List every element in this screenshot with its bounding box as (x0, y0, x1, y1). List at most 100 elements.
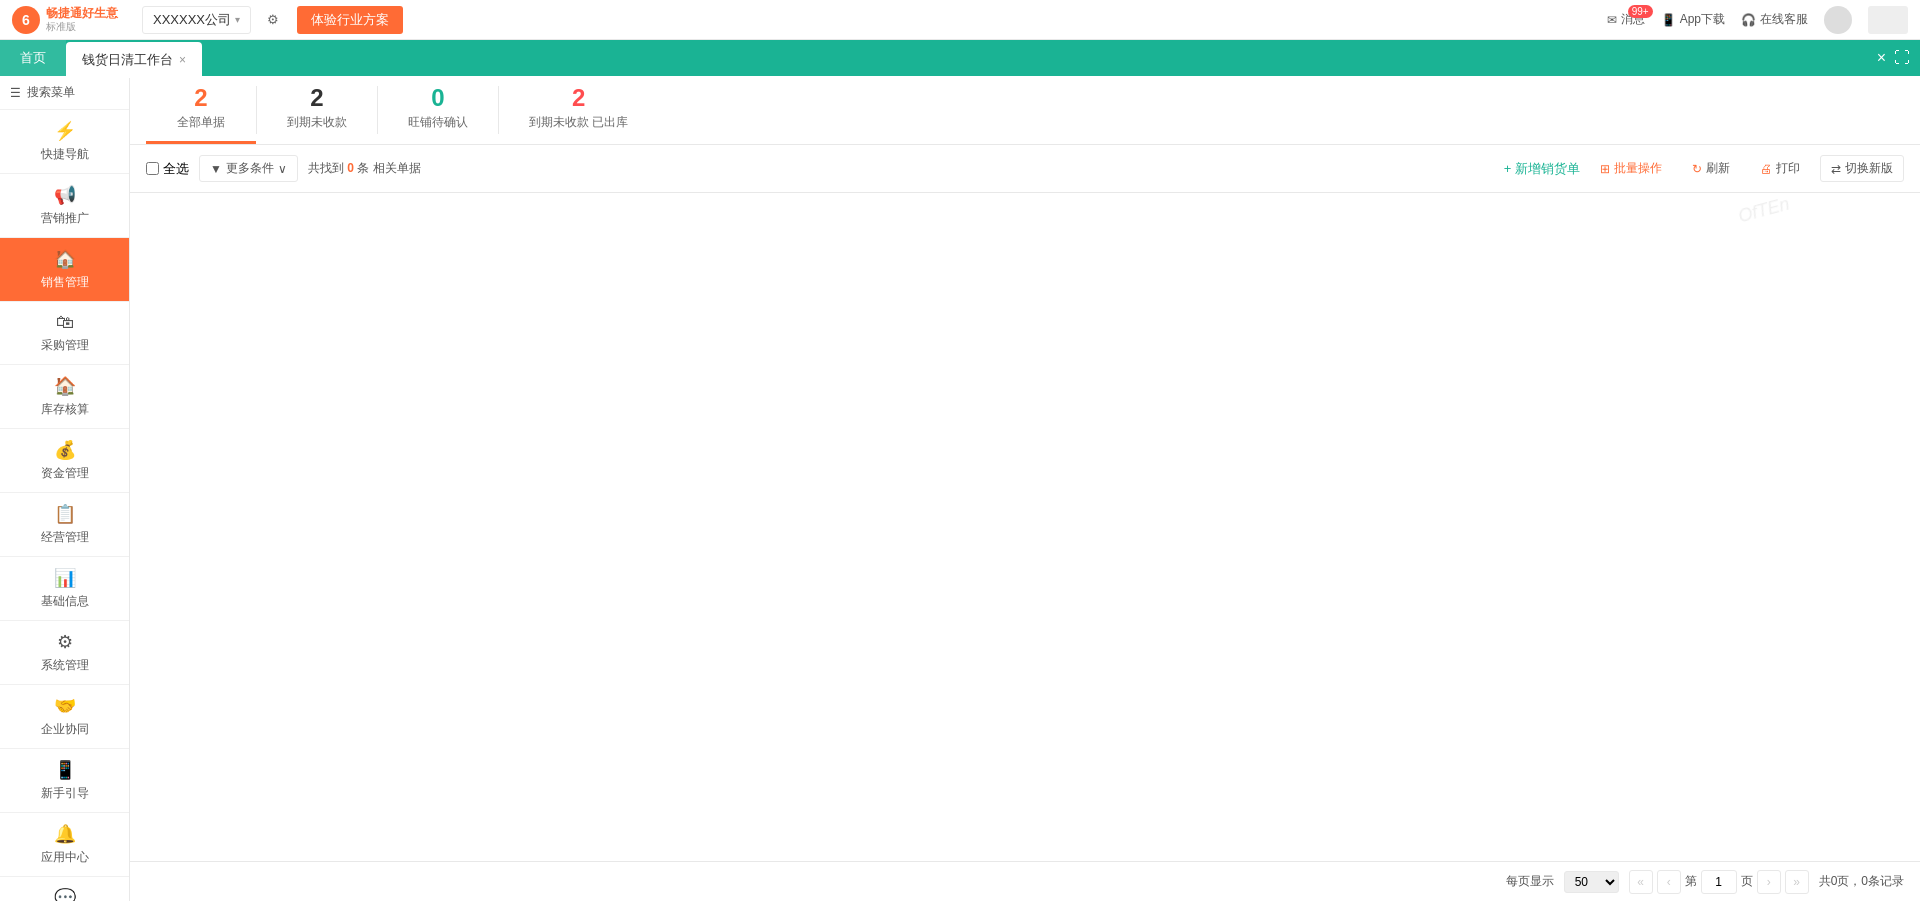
logo-title: 畅捷通好生意 (46, 6, 118, 20)
stat-tab-overdue[interactable]: 2 到期未收款 (257, 76, 377, 144)
finance-label: 资金管理 (41, 465, 89, 482)
system-icon: ⚙ (57, 631, 73, 653)
filter-arrow: ∨ (278, 162, 287, 176)
finance-icon: 💰 (54, 439, 76, 461)
batch-label: 批量操作 (1614, 160, 1662, 177)
per-page-label: 每页显示 (1506, 873, 1554, 890)
message-button[interactable]: ✉ 消息 99+ (1607, 11, 1645, 28)
sidebar-item-enterprise[interactable]: 🤝 企业协同 (0, 685, 129, 749)
guide-label: 新手引导 (41, 785, 89, 802)
mobile-icon: 📱 (1661, 13, 1676, 27)
message-icon: ✉ (1607, 13, 1617, 27)
user-menu[interactable] (1868, 6, 1908, 34)
expand-window-icon[interactable]: ⛶ (1894, 49, 1910, 67)
logo-area: 6 畅捷通好生意 标准版 (12, 6, 142, 34)
select-all-label: 全选 (163, 160, 189, 178)
next-page-button[interactable]: › (1757, 870, 1781, 894)
last-page-button[interactable]: » (1785, 870, 1809, 894)
stat-wangdian-num: 0 (431, 86, 444, 110)
footer-pagination: 每页显示 50 100 200 « ‹ 第 页 › » (130, 861, 1920, 901)
content-area: 2 全部单据 2 到期未收款 0 旺铺待确认 2 到期未收款 已出库 (130, 76, 1920, 901)
stat-all-label: 全部单据 (177, 114, 225, 131)
sidebar-item-app-center[interactable]: 🔔 应用中心 (0, 813, 129, 877)
company-selector[interactable]: XXXXXX公司 ▾ (142, 6, 251, 34)
per-page-select[interactable]: 50 100 200 (1564, 871, 1619, 893)
header-right: ✉ 消息 99+ 📱 App下载 🎧 在线客服 (1607, 6, 1908, 34)
first-page-button[interactable]: « (1629, 870, 1653, 894)
message-badge: 99+ (1628, 5, 1653, 18)
page-nav: « ‹ 第 页 › » (1629, 870, 1809, 894)
enterprise-icon: 🤝 (54, 695, 76, 717)
operations-icon: 📋 (54, 503, 76, 525)
top-header: 6 畅捷通好生意 标准版 XXXXXX公司 ▾ ⚙ 体验行业方案 ✉ 消息 99… (0, 0, 1920, 40)
total-records-label: 共0页，0条记录 (1819, 873, 1904, 890)
table-area (130, 193, 1920, 861)
found-count: 0 (347, 161, 354, 175)
tab-bar: 首页 钱货日清工作台 × × ⛶ (0, 40, 1920, 76)
trial-button[interactable]: 体验行业方案 (297, 6, 403, 34)
sidebar-item-system[interactable]: ⚙ 系统管理 (0, 621, 129, 685)
sidebar-item-finance[interactable]: 💰 资金管理 (0, 429, 129, 493)
online-service-button[interactable]: 🎧 在线客服 (1741, 11, 1808, 28)
purchase-label: 采购管理 (41, 337, 89, 354)
main-layout: ☰ 搜索菜单 ⚡ 快捷导航 📢 营销推广 🏠 销售管理 🛍 采购管理 🏠 库存核… (0, 76, 1920, 901)
service-icon: 🎧 (1741, 13, 1756, 27)
online-service-label: 在线客服 (1760, 11, 1808, 28)
sidebar-item-operations[interactable]: 📋 经营管理 (0, 493, 129, 557)
inventory-icon: 🏠 (54, 375, 76, 397)
settings-button[interactable]: ⚙ (259, 6, 287, 34)
avatar[interactable] (1824, 6, 1852, 34)
stats-tabs: 2 全部单据 2 到期未收款 0 旺铺待确认 2 到期未收款 已出库 (130, 76, 1920, 145)
sidebar-item-marketing[interactable]: 📢 营销推广 (0, 174, 129, 238)
stat-tab-wangdian[interactable]: 0 旺铺待确认 (378, 76, 498, 144)
select-all-input[interactable] (146, 162, 159, 175)
prev-page-icon: ‹ (1667, 875, 1671, 889)
app-center-icon: 🔔 (54, 823, 76, 845)
sidebar-item-basic-info[interactable]: 📊 基础信息 (0, 557, 129, 621)
sidebar-item-purchase[interactable]: 🛍 采购管理 (0, 302, 129, 365)
new-sales-button[interactable]: + 新增销货单 (1504, 160, 1580, 178)
tab-qianghuo[interactable]: 钱货日清工作台 × (66, 42, 202, 78)
company-dropdown-arrow: ▾ (235, 14, 240, 25)
sidebar-item-wechat[interactable]: 💬 企业微信 (0, 877, 129, 901)
tab-close-button[interactable]: × (179, 53, 186, 67)
filter-icon: ▼ (210, 162, 222, 176)
batch-op-button[interactable]: ⊞ 批量操作 (1590, 156, 1672, 181)
stat-tab-all[interactable]: 2 全部单据 (146, 76, 256, 144)
sidebar-item-sales[interactable]: 🏠 销售管理 (0, 238, 129, 302)
sidebar-item-guide[interactable]: 📱 新手引导 (0, 749, 129, 813)
sidebar-item-quick-nav[interactable]: ⚡ 快捷导航 (0, 110, 129, 174)
current-page-input[interactable] (1701, 870, 1737, 894)
sidebar-item-inventory[interactable]: 🏠 库存核算 (0, 365, 129, 429)
inventory-label: 库存核算 (41, 401, 89, 418)
next-page-icon: › (1767, 875, 1771, 889)
sidebar-item-search-menu[interactable]: ☰ 搜索菜单 (0, 76, 129, 110)
filter-button[interactable]: ▼ 更多条件 ∨ (199, 155, 298, 182)
stat-unshipped-num: 2 (572, 86, 585, 110)
stat-tab-unshipped[interactable]: 2 到期未收款 已出库 (499, 76, 658, 144)
switch-version-button[interactable]: ⇄ 切换新版 (1820, 155, 1904, 182)
found-unit: 条 (357, 161, 369, 175)
company-name: XXXXXX公司 (153, 11, 231, 29)
first-page-icon: « (1637, 875, 1644, 889)
prev-page-button[interactable]: ‹ (1657, 870, 1681, 894)
stat-unshipped-label: 到期未收款 已出库 (529, 114, 628, 131)
logo-sub: 标准版 (46, 21, 118, 33)
print-button[interactable]: 🖨 打印 (1750, 156, 1810, 181)
close-window-icon[interactable]: × (1877, 49, 1886, 67)
stat-overdue-label: 到期未收款 (287, 114, 347, 131)
found-text: 共找到 0 条 相关单据 (308, 160, 421, 177)
print-icon: 🖨 (1760, 162, 1772, 176)
guide-icon: 📱 (54, 759, 76, 781)
select-all-checkbox[interactable]: 全选 (146, 160, 189, 178)
system-label: 系统管理 (41, 657, 89, 674)
filter-label: 更多条件 (226, 160, 274, 177)
refresh-button[interactable]: ↻ 刷新 (1682, 156, 1740, 181)
logo-text: 畅捷通好生意 标准版 (46, 6, 118, 32)
basic-info-label: 基础信息 (41, 593, 89, 610)
settings-icon: ⚙ (267, 12, 279, 27)
found-suffix: 相关单据 (373, 161, 421, 175)
app-download-button[interactable]: 📱 App下载 (1661, 11, 1725, 28)
marketing-label: 营销推广 (41, 210, 89, 227)
tab-home[interactable]: 首页 (0, 40, 66, 76)
